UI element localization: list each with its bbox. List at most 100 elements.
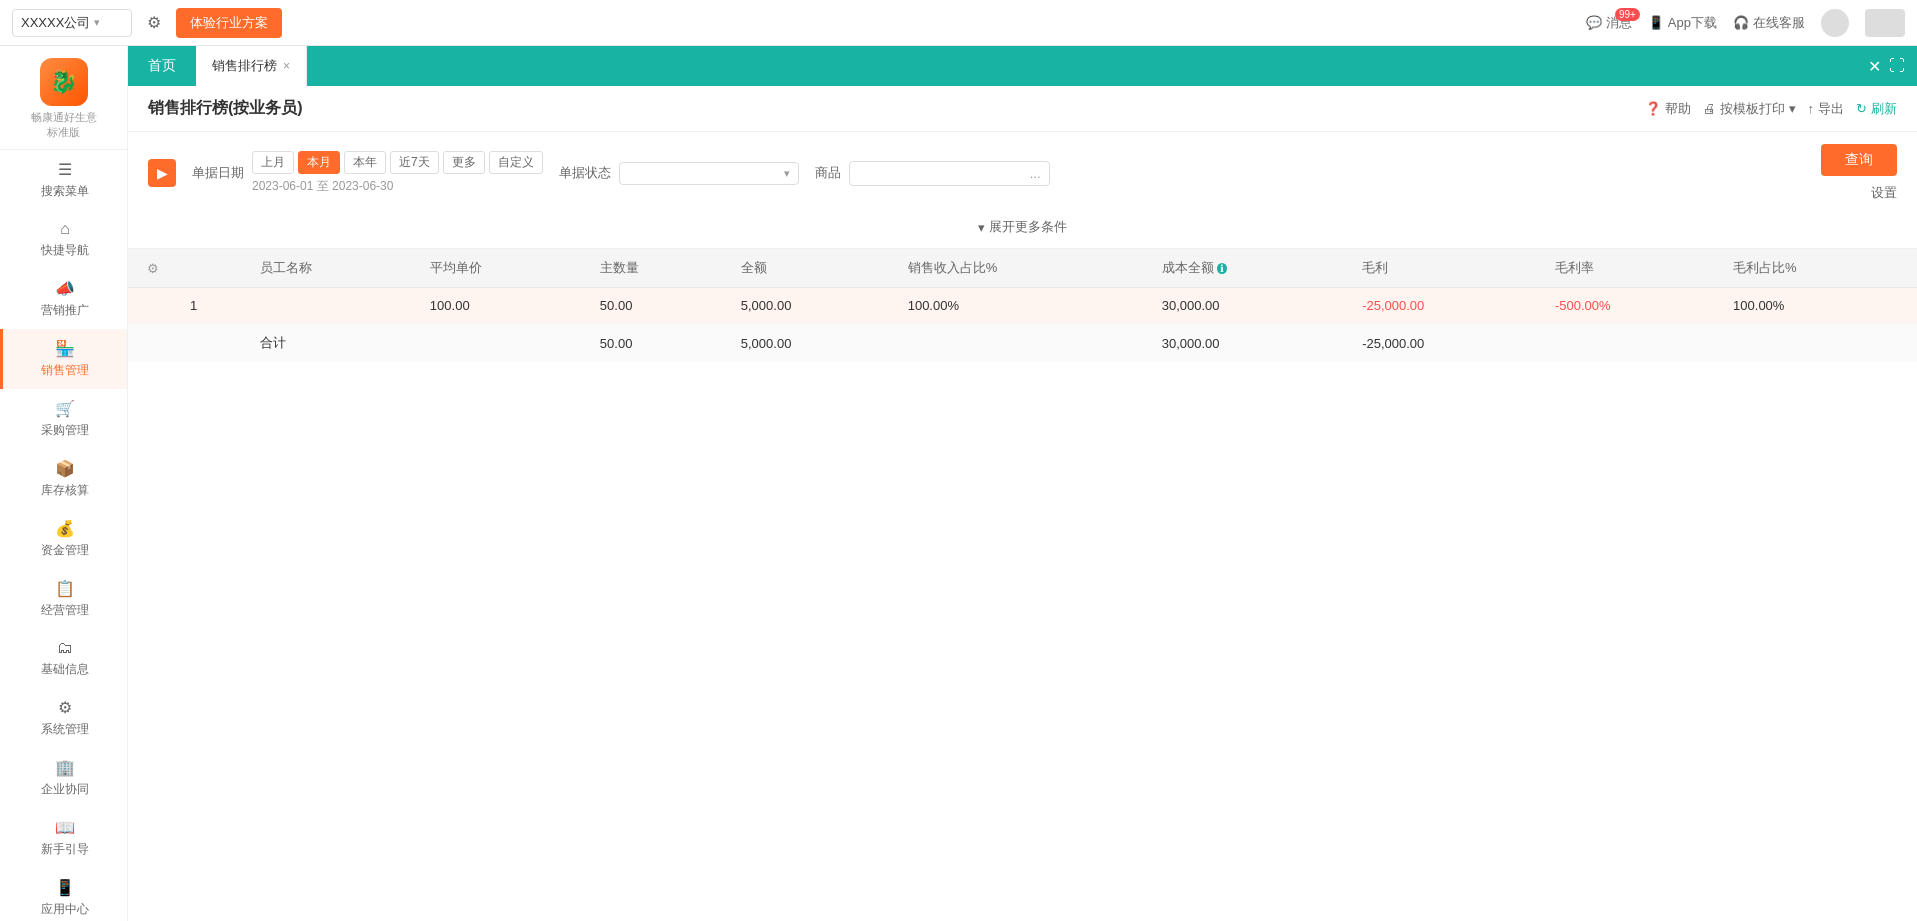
expand-icon: ▾ bbox=[978, 220, 985, 235]
date-btn-custom[interactable]: 自定义 bbox=[489, 151, 543, 174]
date-btn-this-year[interactable]: 本年 bbox=[344, 151, 386, 174]
sidebar-item-label: 快捷导航 bbox=[41, 242, 89, 259]
sidebar-item-label: 新手引导 bbox=[41, 841, 89, 858]
footer-cost: 30,000.00 bbox=[1150, 324, 1350, 363]
company-name: XXXXX公司 bbox=[21, 14, 90, 32]
refresh-btn[interactable]: ↻ 刷新 bbox=[1856, 100, 1897, 118]
sidebar-logo: 🐉 畅康通好生意 标准版 bbox=[0, 46, 127, 150]
goods-dots-btn[interactable]: ... bbox=[1030, 166, 1041, 181]
date-btn-this-month[interactable]: 本月 bbox=[298, 151, 340, 174]
sidebar-item-guide[interactable]: 📖 新手引导 bbox=[0, 808, 127, 868]
column-settings-icon[interactable]: ⚙ bbox=[147, 261, 159, 276]
footer-gross-rate bbox=[1543, 324, 1721, 363]
goods-filter-label: 商品 bbox=[815, 164, 841, 182]
main-layout: 🐉 畅康通好生意 标准版 ☰ 搜索菜单 ⌂ 快捷导航 📣 营销推广 🏪 销售管理… bbox=[0, 46, 1917, 921]
cell-qty: 50.00 bbox=[588, 288, 729, 324]
table-body: 1 100.00 50.00 5,000.00 100.00% 30,000.0… bbox=[128, 288, 1917, 324]
settings-link[interactable]: 设置 bbox=[1871, 184, 1897, 202]
message-btn[interactable]: 💬 消息 99+ bbox=[1586, 14, 1632, 32]
sales-icon: 🏪 bbox=[55, 339, 75, 358]
system-icon: ⚙ bbox=[58, 698, 72, 717]
query-button[interactable]: 查询 bbox=[1821, 144, 1897, 176]
cell-gross-rate: -500.00% bbox=[1543, 288, 1721, 324]
tab-close-window-btn[interactable]: ✕ bbox=[1868, 57, 1881, 76]
sidebar-item-search-order[interactable]: ☰ 搜索菜单 bbox=[0, 150, 127, 210]
cell-cost: 30,000.00 bbox=[1150, 288, 1350, 324]
sidebar-item-operations[interactable]: 📋 经营管理 bbox=[0, 569, 127, 629]
sidebar-item-label: 企业协同 bbox=[41, 781, 89, 798]
col-qty: 主数量 bbox=[588, 249, 729, 288]
sidebar-item-finance[interactable]: 💰 资金管理 bbox=[0, 509, 127, 569]
refresh-icon: ↻ bbox=[1856, 101, 1867, 116]
col-rank bbox=[178, 249, 248, 288]
page-title: 销售排行榜(按业务员) bbox=[148, 98, 303, 119]
sidebar-item-basics[interactable]: 🗂 基础信息 bbox=[0, 629, 127, 688]
status-filter-group: 单据状态 ▾ bbox=[559, 162, 799, 185]
table-wrapper: ⚙ 员工名称 平均单价 主数量 全额 销售收入占比% 成本全额 ℹ 毛 bbox=[128, 249, 1917, 921]
tab-sales-ranking[interactable]: 销售排行榜 × bbox=[196, 46, 307, 86]
tab-maximize-btn[interactable]: ⛶ bbox=[1889, 57, 1905, 75]
sidebar: 🐉 畅康通好生意 标准版 ☰ 搜索菜单 ⌂ 快捷导航 📣 营销推广 🏪 销售管理… bbox=[0, 46, 128, 921]
footer-avg-price bbox=[418, 324, 588, 363]
footer-settings bbox=[128, 324, 178, 363]
goods-input[interactable] bbox=[858, 166, 1026, 181]
export-icon: ↑ bbox=[1808, 101, 1815, 116]
sidebar-item-purchase[interactable]: 🛒 采购管理 bbox=[0, 389, 127, 449]
trial-button[interactable]: 体验行业方案 bbox=[176, 8, 282, 38]
sidebar-item-system[interactable]: ⚙ 系统管理 bbox=[0, 688, 127, 748]
col-gross-pct: 毛利占比% bbox=[1721, 249, 1917, 288]
message-badge: 99+ bbox=[1615, 8, 1640, 21]
user-name[interactable] bbox=[1865, 9, 1905, 37]
sidebar-item-sales[interactable]: 🏪 销售管理 bbox=[0, 329, 127, 389]
avatar[interactable] bbox=[1821, 9, 1849, 37]
cost-info-icon[interactable]: ℹ bbox=[1217, 263, 1227, 274]
sidebar-item-label: 营销推广 bbox=[41, 302, 89, 319]
col-gross-rate: 毛利率 bbox=[1543, 249, 1721, 288]
goods-filter-group: 商品 ... bbox=[815, 161, 1050, 186]
sidebar-item-marketing[interactable]: 📣 营销推广 bbox=[0, 269, 127, 329]
export-btn[interactable]: ↑ 导出 bbox=[1808, 100, 1845, 118]
col-sales-pct: 销售收入占比% bbox=[896, 249, 1150, 288]
sidebar-item-enterprise[interactable]: 🏢 企业协同 bbox=[0, 748, 127, 808]
company-selector[interactable]: XXXXX公司 ▾ bbox=[12, 9, 132, 37]
headset-icon: 🎧 bbox=[1733, 15, 1749, 30]
help-btn[interactable]: ❓ 帮助 bbox=[1645, 100, 1691, 118]
sidebar-item-apps[interactable]: 📱 应用中心 bbox=[0, 868, 127, 921]
footer-gross-pct bbox=[1721, 324, 1917, 363]
table-row: 1 100.00 50.00 5,000.00 100.00% 30,000.0… bbox=[128, 288, 1917, 324]
status-filter-label: 单据状态 bbox=[559, 164, 611, 182]
table-header: ⚙ 员工名称 平均单价 主数量 全额 销售收入占比% 成本全额 ℹ 毛 bbox=[128, 249, 1917, 288]
inventory-icon: 📦 bbox=[55, 459, 75, 478]
operations-icon: 📋 bbox=[55, 579, 75, 598]
footer-gross: -25,000.00 bbox=[1350, 324, 1543, 363]
tab-bar: 首页 销售排行榜 × ✕ ⛶ bbox=[128, 46, 1917, 86]
tab-close-icon[interactable]: × bbox=[283, 59, 290, 73]
content-area: 首页 销售排行榜 × ✕ ⛶ 销售排行榜(按业务员) ❓ 帮助 bbox=[128, 46, 1917, 921]
expand-conditions-btn[interactable]: ▾ 展开更多条件 bbox=[978, 218, 1067, 236]
tab-home[interactable]: 首页 bbox=[128, 46, 196, 86]
cell-gross-pct: 100.00% bbox=[1721, 288, 1917, 324]
cell-settings bbox=[128, 288, 178, 324]
sidebar-item-quick-nav[interactable]: ⌂ 快捷导航 bbox=[0, 210, 127, 269]
app-download-label: App下载 bbox=[1668, 14, 1717, 32]
filter-right-actions: 查询 设置 bbox=[1821, 144, 1897, 202]
sidebar-item-inventory[interactable]: 📦 库存核算 bbox=[0, 449, 127, 509]
print-btn[interactable]: 🖨 按模板打印 ▾ bbox=[1703, 100, 1796, 118]
date-btn-more[interactable]: 更多 bbox=[443, 151, 485, 174]
marketing-icon: 📣 bbox=[55, 279, 75, 298]
footer-sales-pct bbox=[896, 324, 1150, 363]
settings-icon[interactable]: ⚙ bbox=[140, 9, 168, 37]
footer-rank bbox=[178, 324, 248, 363]
date-filter-group: 单据日期 上月 本月 本年 近7天 更多 自定义 2023-06-01 至 20… bbox=[192, 151, 543, 195]
tab-actions: ✕ ⛶ bbox=[1856, 46, 1917, 86]
app-download-btn[interactable]: 📱 App下载 bbox=[1648, 14, 1717, 32]
date-btn-last-month[interactable]: 上月 bbox=[252, 151, 294, 174]
col-settings[interactable]: ⚙ bbox=[128, 249, 178, 288]
filter-toggle-btn[interactable]: ▶ bbox=[148, 159, 176, 187]
sidebar-item-label: 库存核算 bbox=[41, 482, 89, 499]
date-btn-7days[interactable]: 近7天 bbox=[390, 151, 439, 174]
logo-icon: 🐉 bbox=[40, 58, 88, 106]
online-service-btn[interactable]: 🎧 在线客服 bbox=[1733, 14, 1805, 32]
status-select[interactable]: ▾ bbox=[619, 162, 799, 185]
sidebar-item-label: 系统管理 bbox=[41, 721, 89, 738]
